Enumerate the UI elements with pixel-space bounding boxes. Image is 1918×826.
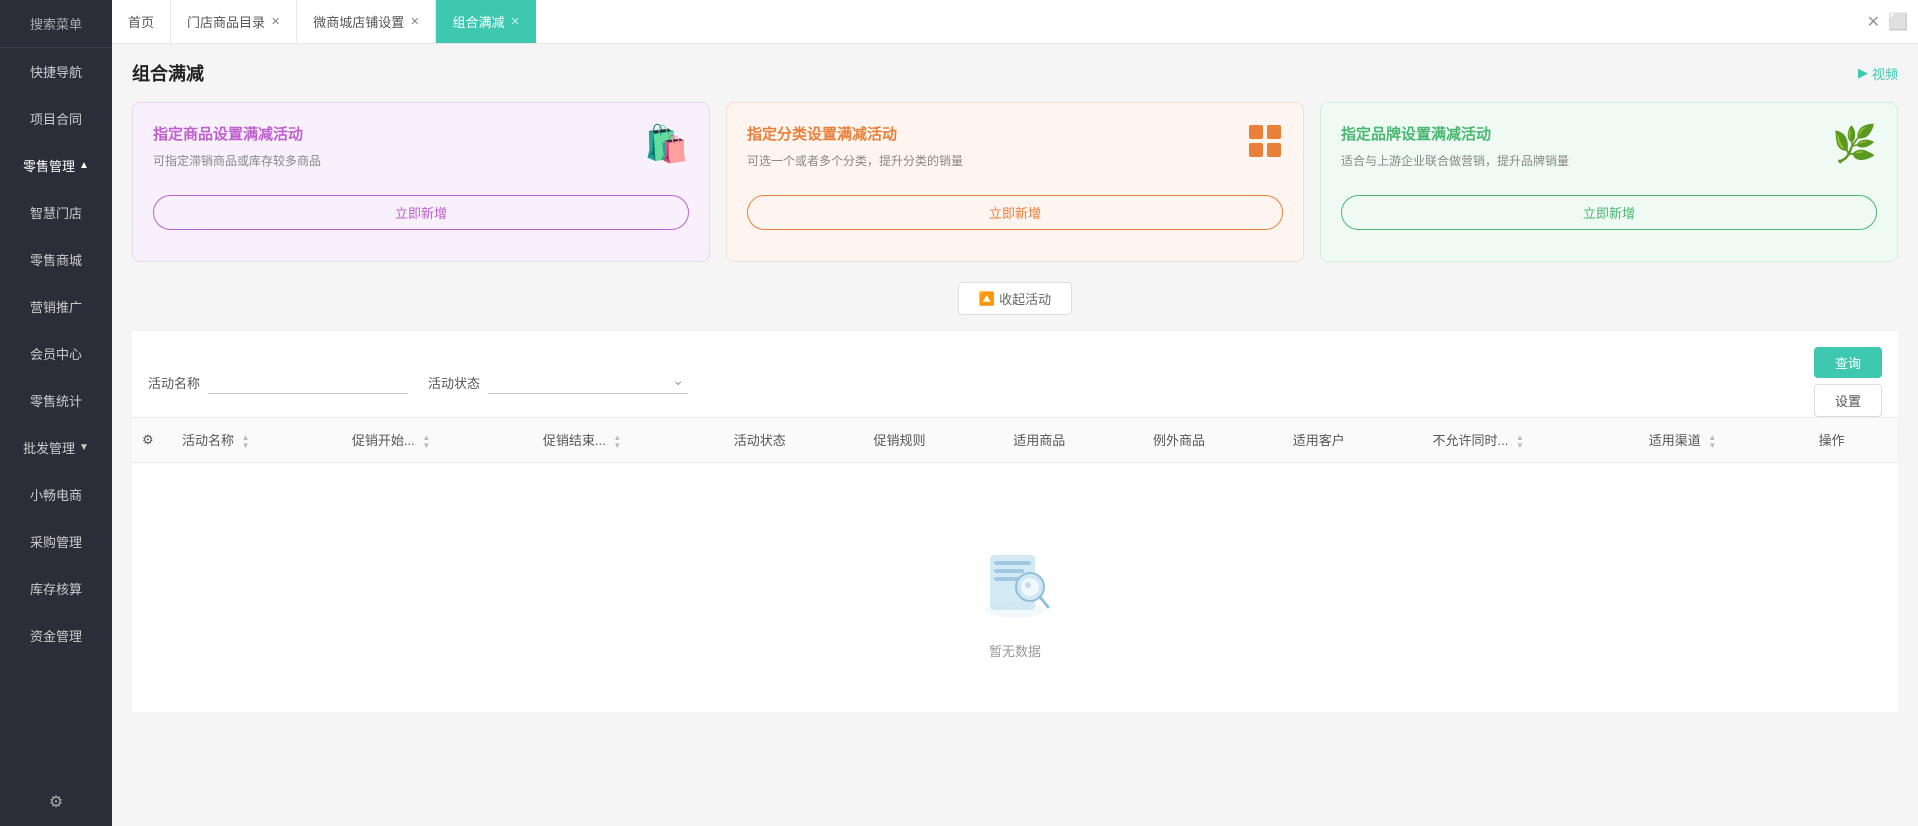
empty-illustration — [970, 535, 1060, 625]
sidebar-item-project-contract[interactable]: 项目合同 — [0, 95, 112, 142]
sidebar-item-retail-mgmt[interactable]: 零售管理 ▲ — [0, 142, 112, 189]
tab-wechat-settings[interactable]: 微商城店铺设置 ✕ — [297, 0, 436, 43]
video-link[interactable]: ▶ 视频 — [1858, 64, 1898, 83]
table-body: 暂无数据 — [132, 462, 1898, 712]
th-applicable-channel: 适用渠道 ▲▼ — [1639, 418, 1809, 463]
activity-status-select[interactable] — [488, 370, 688, 394]
sort-not-allow-icon[interactable]: ▲▼ — [1516, 434, 1524, 450]
sidebar-item-marketing[interactable]: 营销推广 — [0, 283, 112, 330]
window-close-icon[interactable]: ✕ — [1867, 12, 1880, 32]
activity-status-field: 活动状态 — [428, 370, 688, 394]
sidebar: 搜索菜单 快捷导航 项目合同 零售管理 ▲ 智慧门店 零售商城 营销推广 会员中… — [0, 0, 112, 826]
category-card-desc: 可选一个或者多个分类，提升分类的销量 — [747, 152, 1283, 171]
content-area: 组合满减 ▶ 视频 指定商品设置满减活动 可指定滞销商品或库存较多商品 🛍️ 立… — [112, 44, 1918, 826]
tab-store-catalog[interactable]: 门店商品目录 ✕ — [171, 0, 297, 43]
sidebar-item-wholesale-mgmt[interactable]: 批发管理 ▼ — [0, 424, 112, 471]
sort-channel-icon[interactable]: ▲▼ — [1708, 434, 1716, 450]
sidebar-item-member-center[interactable]: 会员中心 — [0, 330, 112, 377]
brand-activity-card: 指定品牌设置满减活动 适合与上游企业联合做营销，提升品牌销量 🌿 立即新增 — [1320, 102, 1898, 262]
empty-row: 暂无数据 — [132, 462, 1898, 712]
brand-card-desc: 适合与上游企业联合做营销，提升品牌销量 — [1341, 152, 1877, 171]
collapse-bar: 🔼 收起活动 — [132, 274, 1898, 331]
brand-card-icon: 🌿 — [1832, 123, 1877, 165]
activity-name-label: 活动名称 — [148, 373, 200, 392]
activity-name-input[interactable] — [208, 370, 408, 394]
table-header-row: ⚙ 活动名称 ▲▼ 促销开始... ▲▼ 促销结束... ▲▼ — [132, 418, 1898, 463]
goods-card-icon: 🛍️ — [644, 123, 689, 165]
th-not-allow-same-time: 不允许同时... ▲▼ — [1423, 418, 1639, 463]
page-header: 组合满减 ▶ 视频 — [132, 60, 1898, 86]
sidebar-item-inventory-check[interactable]: 库存核算 — [0, 565, 112, 612]
goods-card-title: 指定商品设置满减活动 — [153, 123, 689, 144]
main-area: 首页 门店商品目录 ✕ 微商城店铺设置 ✕ 组合满减 ✕ ✕ ⬜ 组合满减 ▶ … — [112, 0, 1918, 826]
th-gear[interactable]: ⚙ — [132, 418, 172, 463]
collapse-icon: 🔼 — [979, 291, 995, 307]
th-promo-end: 促销结束... ▲▼ — [533, 418, 724, 463]
sidebar-item-smart-store[interactable]: 智慧门店 — [0, 189, 112, 236]
th-excluded-goods: 例外商品 — [1143, 418, 1283, 463]
search-bar: 活动名称 活动状态 查询 设置 — [132, 331, 1898, 417]
window-maximize-icon[interactable]: ⬜ — [1888, 12, 1908, 32]
th-promo-start: 促销开始... ▲▼ — [342, 418, 533, 463]
play-icon: ▶ — [1858, 65, 1868, 81]
brand-card-add-button[interactable]: 立即新增 — [1341, 195, 1877, 230]
activity-status-select-wrapper — [488, 370, 688, 394]
table-header: ⚙ 活动名称 ▲▼ 促销开始... ▲▼ 促销结束... ▲▼ — [132, 418, 1898, 463]
th-applicable-customer: 适用客户 — [1283, 418, 1423, 463]
settings-gear-icon[interactable]: ⚙ — [49, 794, 63, 811]
category-card-add-button[interactable]: 立即新增 — [747, 195, 1283, 230]
sidebar-search[interactable]: 搜索菜单 — [0, 0, 112, 48]
th-operation: 操作 — [1809, 418, 1898, 463]
th-activity-name: 活动名称 ▲▼ — [172, 418, 342, 463]
search-actions: 查询 设置 — [1814, 347, 1882, 417]
table-section: 活动名称 活动状态 查询 设置 — [132, 331, 1898, 712]
category-card-title: 指定分类设置满减活动 — [747, 123, 1283, 144]
sort-promo-end-icon[interactable]: ▲▼ — [613, 434, 621, 450]
empty-cell: 暂无数据 — [132, 462, 1898, 712]
category-card-icon — [1247, 123, 1283, 168]
empty-state: 暂无数据 — [142, 475, 1888, 700]
goods-card-desc: 可指定滞销商品或库存较多商品 — [153, 152, 689, 171]
th-applicable-goods: 适用商品 — [1003, 418, 1143, 463]
tab-combo-discount[interactable]: 组合满减 ✕ — [436, 0, 535, 43]
sidebar-item-retail-mall[interactable]: 零售商城 — [0, 236, 112, 283]
wholesale-mgmt-arrow-icon: ▼ — [79, 442, 89, 453]
table-settings-icon: ⚙ — [142, 432, 154, 447]
sidebar-item-quick-nav[interactable]: 快捷导航 — [0, 48, 112, 95]
activity-name-field: 活动名称 — [148, 370, 408, 394]
query-button[interactable]: 查询 — [1814, 347, 1882, 378]
sidebar-item-purchase-mgmt[interactable]: 采购管理 — [0, 518, 112, 565]
tab-bar: 首页 门店商品目录 ✕ 微商城店铺设置 ✕ 组合满减 ✕ ✕ ⬜ — [112, 0, 1918, 44]
th-activity-status: 活动状态 — [724, 418, 864, 463]
empty-text: 暂无数据 — [142, 641, 1888, 660]
close-wechat-settings-icon[interactable]: ✕ — [410, 15, 419, 28]
page-title: 组合满减 — [132, 60, 204, 86]
tab-bar-actions: ✕ ⬜ — [1867, 12, 1918, 32]
activity-status-label: 活动状态 — [428, 373, 480, 392]
close-store-catalog-icon[interactable]: ✕ — [271, 15, 280, 28]
brand-card-title: 指定品牌设置满减活动 — [1341, 123, 1877, 144]
goods-activity-card: 指定商品设置满减活动 可指定滞销商品或库存较多商品 🛍️ 立即新增 — [132, 102, 710, 262]
retail-mgmt-arrow-icon: ▲ — [79, 160, 89, 171]
sidebar-item-retail-stats[interactable]: 零售统计 — [0, 377, 112, 424]
tab-home[interactable]: 首页 — [112, 0, 171, 43]
collapse-activity-button[interactable]: 🔼 收起活动 — [958, 282, 1072, 315]
close-combo-discount-icon[interactable]: ✕ — [511, 15, 520, 28]
activity-cards: 指定商品设置满减活动 可指定滞销商品或库存较多商品 🛍️ 立即新增 指定分类设置… — [132, 102, 1898, 262]
sidebar-item-finance-mgmt[interactable]: 资金管理 — [0, 612, 112, 659]
th-promo-rule: 促销规则 — [864, 418, 1004, 463]
sidebar-item-xiaochange[interactable]: 小畅电商 — [0, 471, 112, 518]
sidebar-bottom: ⚙ — [0, 778, 112, 826]
category-activity-card: 指定分类设置满减活动 可选一个或者多个分类，提升分类的销量 立即新增 — [726, 102, 1304, 262]
setting-button[interactable]: 设置 — [1814, 384, 1882, 417]
sort-promo-start-icon[interactable]: ▲▼ — [422, 434, 430, 450]
goods-card-add-button[interactable]: 立即新增 — [153, 195, 689, 230]
activity-table: ⚙ 活动名称 ▲▼ 促销开始... ▲▼ 促销结束... ▲▼ — [132, 417, 1898, 712]
sort-activity-name-icon[interactable]: ▲▼ — [242, 434, 250, 450]
